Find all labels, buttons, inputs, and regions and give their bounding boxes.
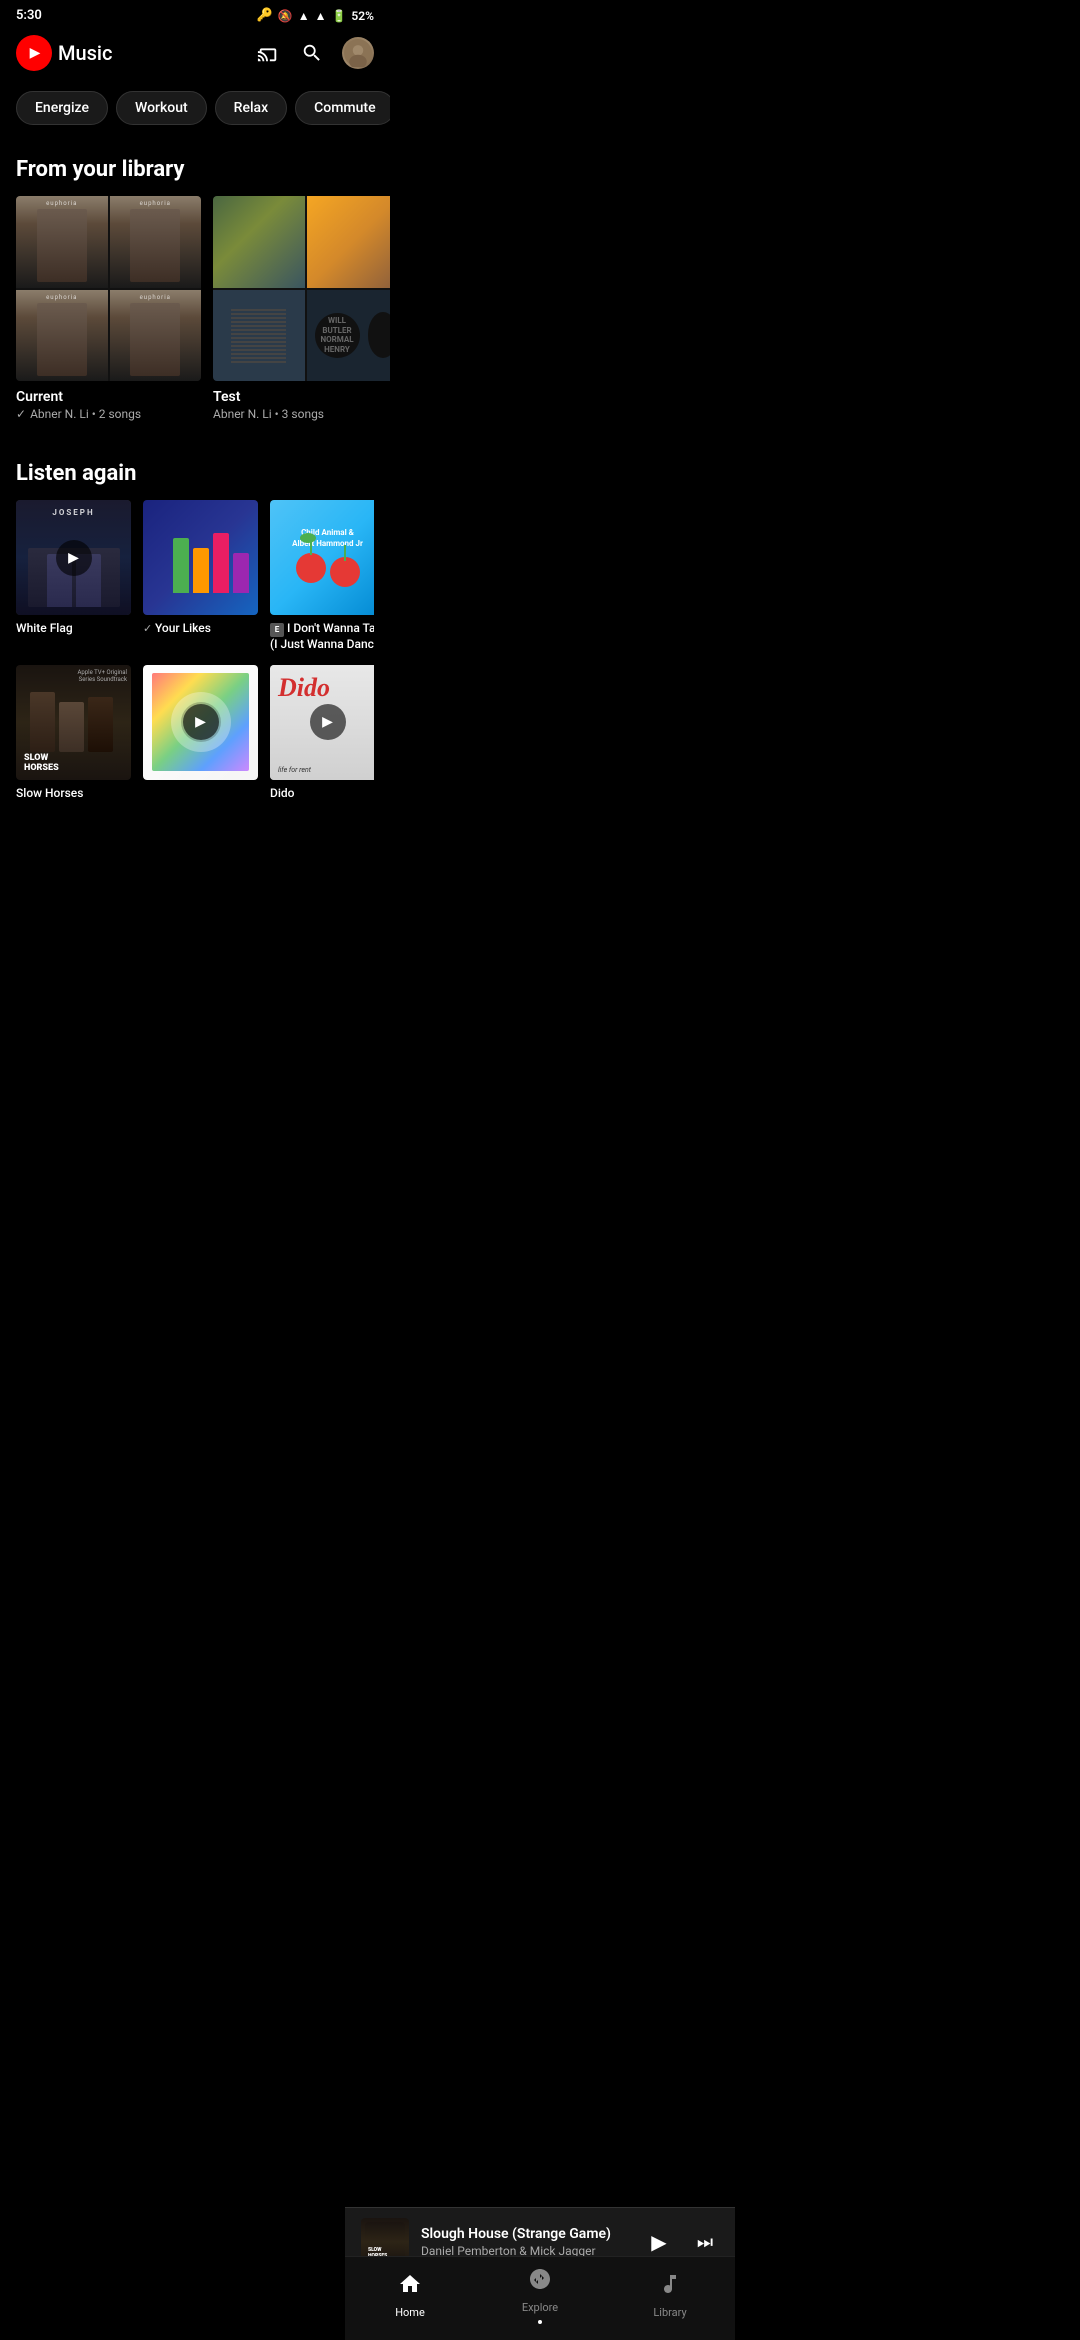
status-bar: 5:30 🔑 🔕 ▲ ▲ 🔋 52% bbox=[0, 0, 390, 27]
bar-1 bbox=[153, 558, 169, 593]
wifi-icon: ▲ bbox=[298, 9, 310, 23]
signal-icon: ▲ bbox=[315, 9, 327, 23]
la-item-white-flag[interactable]: ▶ White Flag bbox=[16, 500, 131, 653]
chip-workout[interactable]: Workout bbox=[116, 91, 207, 125]
play-overlay-white-flag[interactable]: ▶ bbox=[56, 540, 92, 576]
nav-item-home[interactable]: Home bbox=[345, 2272, 475, 2319]
listen-again-title: Listen again bbox=[0, 461, 390, 500]
bottom-navigation: Home Explore Library bbox=[345, 2256, 735, 2340]
la-thumb-dont-wanna-talk: Child Animal &Albert Hammond Jr bbox=[270, 500, 374, 615]
chip-commute[interactable]: Commute bbox=[295, 91, 390, 125]
status-icons: 🔑 🔕 ▲ ▲ 🔋 52% bbox=[257, 8, 374, 23]
bar-3 bbox=[193, 548, 209, 593]
la-item-title-slow-horses: Slow Horses bbox=[16, 786, 131, 802]
library-row: Current ✓ Abner N. Li • 2 songs WILLBUTL… bbox=[0, 196, 390, 421]
la-item-title-white-flag: White Flag bbox=[16, 621, 131, 637]
slow-horses-art: Apple TV+ OriginalSeries Soundtrack SLOW… bbox=[16, 665, 131, 780]
slow-horses-title-art: SLOWHORSES bbox=[24, 754, 59, 774]
la-thumb-white-flag: ▶ bbox=[16, 500, 131, 615]
eupohria-cell-1 bbox=[16, 196, 108, 288]
key-icon: 🔑 bbox=[257, 8, 273, 23]
library-item-sub-test: Abner N. Li • 3 songs bbox=[213, 407, 390, 421]
explicit-badge: E bbox=[270, 623, 284, 637]
play-overlay-dido[interactable]: ▶ bbox=[310, 704, 346, 740]
time-display: 5:30 bbox=[16, 8, 42, 23]
mood-chips-container: Energize Workout Relax Commute Fo... bbox=[0, 83, 390, 141]
la-item-slow-horses[interactable]: Apple TV+ OriginalSeries Soundtrack SLOW… bbox=[16, 665, 131, 802]
la-item-dido[interactable]: Dido life for rent ▶ Dido bbox=[270, 665, 374, 802]
library-item-sub-current: ✓ Abner N. Li • 2 songs bbox=[16, 407, 201, 421]
la-item-title-dido: Dido bbox=[270, 786, 374, 802]
eupohria-cell-4 bbox=[110, 290, 202, 382]
chip-energize[interactable]: Energize bbox=[16, 91, 108, 125]
la-item-title-dont-wanna-talk: E I Don't Wanna Talk (I Just Wanna Dance… bbox=[270, 621, 374, 653]
bars-visual bbox=[153, 523, 249, 593]
from-library-title: From your library bbox=[0, 157, 390, 196]
youtube-music-logo bbox=[16, 35, 52, 71]
library-thumb-current bbox=[16, 196, 201, 381]
cherry-art-container: Child Animal &Albert Hammond Jr bbox=[270, 500, 374, 615]
explore-icon bbox=[528, 2267, 552, 2297]
app-header: Music bbox=[0, 27, 390, 83]
listen-again-rows: ▶ White Flag bbox=[0, 500, 390, 801]
cast-button[interactable] bbox=[254, 39, 282, 67]
your-likes-art bbox=[143, 500, 258, 615]
la-item-colorful[interactable]: ▶ bbox=[143, 665, 258, 802]
np-title: Slough House (Strange Game) bbox=[421, 2226, 631, 2242]
test-cell-4: WILLBUTLERNORMALHENRY bbox=[307, 290, 391, 382]
bar-4 bbox=[213, 533, 229, 593]
user-avatar[interactable] bbox=[342, 37, 374, 69]
test-cell-2 bbox=[307, 196, 391, 288]
nav-label-library: Library bbox=[653, 2306, 686, 2319]
battery-percent: 52% bbox=[351, 9, 374, 23]
header-actions bbox=[254, 37, 374, 69]
mute-icon: 🔕 bbox=[278, 9, 293, 23]
np-controls: ▶ ⏭ bbox=[643, 2226, 719, 2258]
library-item-current[interactable]: Current ✓ Abner N. Li • 2 songs bbox=[16, 196, 201, 421]
nav-item-library[interactable]: Library bbox=[605, 2272, 735, 2319]
library-icon bbox=[658, 2272, 682, 2302]
la-thumb-colorful: ▶ bbox=[143, 665, 258, 780]
np-skip-button[interactable]: ⏭ bbox=[691, 2228, 719, 2256]
home-icon bbox=[398, 2272, 422, 2302]
from-library-section: From your library bbox=[0, 141, 390, 429]
la-item-title-your-likes: ✓ Your Likes bbox=[143, 621, 258, 637]
app-title: Music bbox=[58, 41, 112, 65]
chip-relax[interactable]: Relax bbox=[215, 91, 287, 125]
logo-area: Music bbox=[16, 35, 254, 71]
eupohria-cell-2 bbox=[110, 196, 202, 288]
test-cell-1 bbox=[213, 196, 305, 288]
bar-2 bbox=[173, 538, 189, 593]
np-info: Slough House (Strange Game) Daniel Pembe… bbox=[421, 2226, 631, 2258]
listen-again-row-2: Apple TV+ OriginalSeries Soundtrack SLOW… bbox=[16, 665, 374, 802]
listen-again-row-1: ▶ White Flag bbox=[16, 500, 374, 653]
nav-label-explore: Explore bbox=[522, 2301, 558, 2314]
battery-icon: 🔋 bbox=[331, 9, 346, 23]
la-thumb-your-likes bbox=[143, 500, 258, 615]
play-overlay-colorful[interactable]: ▶ bbox=[183, 704, 219, 740]
listen-again-section: Listen again ▶ White Flag bbox=[0, 445, 390, 809]
la-thumb-slow-horses: Apple TV+ OriginalSeries Soundtrack SLOW… bbox=[16, 665, 131, 780]
verified-icon-current: ✓ bbox=[16, 407, 26, 421]
library-thumb-test: WILLBUTLERNORMALHENRY bbox=[213, 196, 390, 381]
nav-item-explore[interactable]: Explore bbox=[475, 2267, 605, 2324]
nav-label-home: Home bbox=[395, 2306, 425, 2319]
la-item-your-likes[interactable]: ✓ Your Likes bbox=[143, 500, 258, 653]
la-thumb-dido: Dido life for rent ▶ bbox=[270, 665, 374, 780]
la-item-dont-wanna-talk[interactable]: Child Animal &Albert Hammond Jr bbox=[270, 500, 374, 653]
np-play-button[interactable]: ▶ bbox=[643, 2226, 675, 2258]
search-button[interactable] bbox=[298, 39, 326, 67]
test-cell-3 bbox=[213, 290, 305, 382]
eupohria-cell-3 bbox=[16, 290, 108, 382]
verified-your-likes: ✓ bbox=[143, 622, 155, 635]
library-item-test[interactable]: WILLBUTLERNORMALHENRY Test Abner N. Li •… bbox=[213, 196, 390, 421]
bar-5 bbox=[233, 553, 249, 593]
explore-active-dot bbox=[538, 2320, 542, 2324]
library-item-title-test: Test bbox=[213, 389, 390, 405]
library-item-title-current: Current bbox=[16, 389, 201, 405]
